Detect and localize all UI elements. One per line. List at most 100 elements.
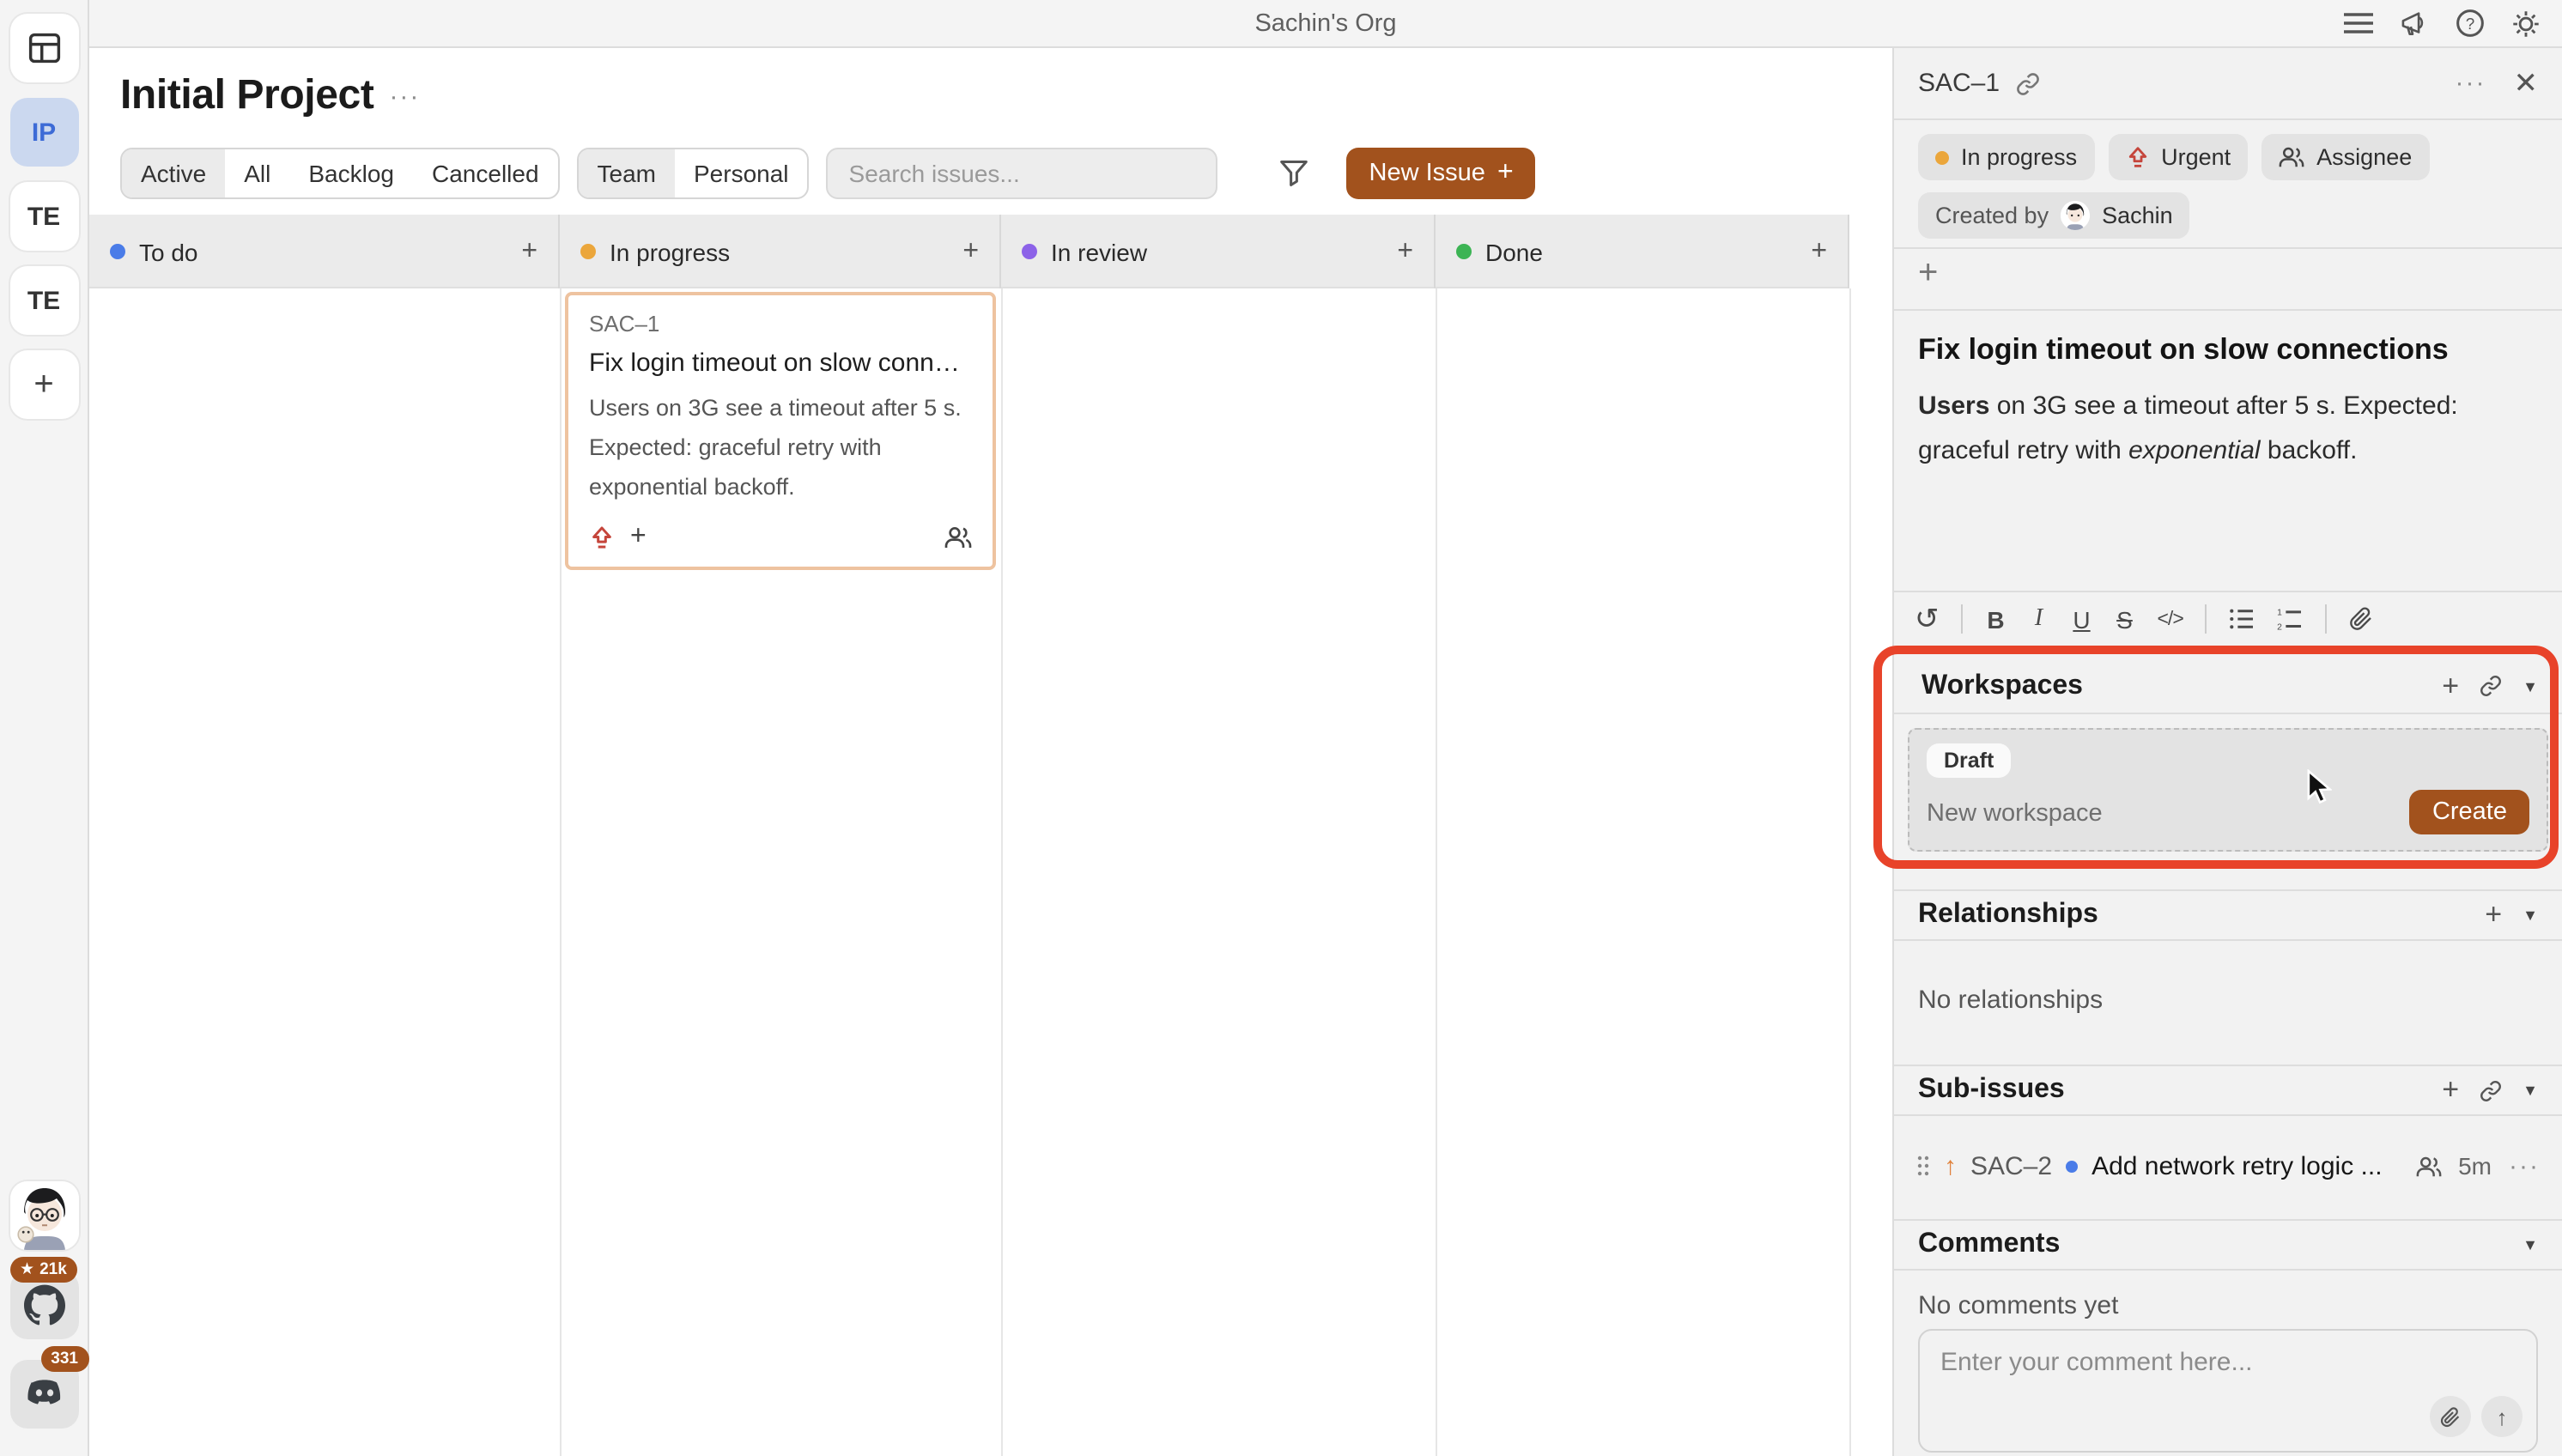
- divider: [1894, 309, 2562, 311]
- comments-empty-text: No comments yet: [1918, 1291, 2119, 1320]
- copy-link-icon[interactable]: [2015, 71, 2039, 95]
- divider: [1894, 247, 2562, 249]
- users-icon[interactable]: [2415, 1155, 2441, 1177]
- subissue-more-icon[interactable]: ···: [2509, 1151, 2540, 1180]
- subissue-title: Add network retry logic ...: [2091, 1151, 2383, 1180]
- undo-icon[interactable]: ↺: [1915, 602, 1940, 636]
- issue-description[interactable]: Users on 3G see a timeout after 5 s. Exp…: [1918, 385, 2535, 475]
- discord-link[interactable]: 331: [9, 1346, 88, 1429]
- code-button[interactable]: </>: [2158, 609, 2184, 629]
- workspace-name-input[interactable]: New workspace: [1927, 800, 2103, 828]
- plus-icon: +: [1497, 158, 1514, 187]
- status-badge[interactable]: In progress: [1918, 134, 2095, 180]
- collapse-chevron-icon[interactable]: ▼: [2523, 677, 2538, 695]
- filter-tabs: Active All Backlog Cancelled: [120, 148, 560, 199]
- add-label-icon[interactable]: +: [630, 521, 647, 552]
- drag-handle-icon[interactable]: [1916, 1154, 1930, 1178]
- attachment-icon[interactable]: [2350, 606, 2374, 632]
- tab-active[interactable]: Active: [122, 149, 226, 197]
- link-icon[interactable]: [2480, 675, 2502, 697]
- add-issue-done-button[interactable]: +: [1811, 236, 1827, 267]
- column-headers: To do + In progress + In review + Done +: [89, 215, 1849, 288]
- subissue-id: SAC–2: [1970, 1151, 2053, 1180]
- bullet-list-icon[interactable]: [2230, 608, 2255, 630]
- underline-button[interactable]: U: [2072, 605, 2092, 633]
- assignee-badge[interactable]: Assignee: [2261, 134, 2430, 180]
- github-stars-badge: ★ 21k: [9, 1257, 77, 1283]
- attach-file-button[interactable]: [2430, 1396, 2471, 1437]
- created-by-badge[interactable]: Created by Sachin: [1918, 192, 2190, 239]
- users-icon: [2279, 146, 2304, 168]
- collapse-chevron-icon[interactable]: ▼: [2523, 1236, 2538, 1253]
- draft-chip[interactable]: Draft: [1927, 743, 2012, 778]
- workspace-tile-te-1[interactable]: TE: [9, 182, 78, 251]
- add-relationship-button[interactable]: +: [2485, 898, 2502, 932]
- discord-icon: [27, 1379, 60, 1404]
- status-dot-todo: [110, 244, 125, 259]
- relationships-section-header: Relationships + ▼: [1894, 889, 2562, 941]
- workspace-tile-te-2[interactable]: TE: [9, 266, 78, 335]
- column-header-done: Done +: [1436, 215, 1849, 288]
- top-bar: Sachin's Org ?: [89, 0, 2562, 48]
- tab-all[interactable]: All: [225, 149, 289, 197]
- github-link[interactable]: ★ 21k: [9, 1257, 78, 1339]
- card-issue-id: SAC–1: [589, 311, 660, 337]
- assignee-users-icon[interactable]: [944, 525, 972, 549]
- kanban-board: Initial Project ··· Active All Backlog C…: [89, 48, 1892, 1456]
- subissue-status-dot: [2066, 1160, 2079, 1172]
- panels-layout-button[interactable]: [9, 14, 78, 82]
- collapse-chevron-icon[interactable]: ▼: [2523, 1082, 2538, 1099]
- add-issue-todo-button[interactable]: +: [521, 236, 537, 267]
- app-window: Sachin's Org ? IP TE TE + ★ 21k 331 Init…: [0, 0, 2562, 1456]
- workspaces-heading: Workspaces: [1922, 670, 2083, 700]
- subissue-row[interactable]: ↑ SAC–2 Add network retry logic ... 5m ·…: [1894, 1140, 2562, 1192]
- card-description: Users on 3G see a timeout after 5 s. Exp…: [589, 395, 962, 500]
- filter-funnel-icon[interactable]: [1280, 160, 1309, 187]
- add-workspace-button[interactable]: +: [9, 350, 78, 419]
- add-subissue-button[interactable]: +: [2442, 1073, 2459, 1107]
- column-divider: [1849, 288, 1851, 1456]
- workspace-tile-ip[interactable]: IP: [9, 98, 78, 167]
- add-issue-in-review-button[interactable]: +: [1397, 236, 1413, 267]
- status-dot-in-progress: [580, 244, 596, 259]
- close-panel-icon[interactable]: ✕: [2514, 66, 2539, 100]
- comment-placeholder: Enter your comment here...: [1940, 1348, 2253, 1377]
- user-avatar[interactable]: [9, 1181, 78, 1250]
- bold-button[interactable]: B: [1986, 605, 2006, 633]
- numbered-list-icon[interactable]: 12: [2278, 608, 2304, 630]
- discord-count-badge: 331: [40, 1346, 88, 1372]
- svg-text:1: 1: [2278, 609, 2283, 618]
- collapse-chevron-icon[interactable]: ▼: [2523, 907, 2538, 924]
- comment-input[interactable]: Enter your comment here... ↑: [1918, 1329, 2538, 1453]
- urgent-priority-icon[interactable]: [589, 523, 615, 550]
- tab-backlog[interactable]: Backlog: [289, 149, 413, 197]
- in-progress-dot: [1935, 150, 1949, 164]
- tab-personal[interactable]: Personal: [675, 149, 808, 197]
- urgent-priority-icon: [2125, 144, 2149, 170]
- workspace-rail: IP TE TE + ★ 21k 331: [0, 0, 89, 1456]
- issue-detail-panel: SAC–1 ··· ✕ In progress Urgent Assignee …: [1873, 48, 2562, 1456]
- search-input[interactable]: [826, 148, 1218, 199]
- column-divider: [1436, 288, 1437, 1456]
- strikethrough-button[interactable]: S: [2115, 605, 2135, 633]
- new-issue-button[interactable]: New Issue +: [1346, 148, 1536, 199]
- link-icon[interactable]: [2480, 1079, 2502, 1101]
- panel-more-icon[interactable]: ···: [2456, 69, 2486, 98]
- status-dot-in-review: [1022, 244, 1037, 259]
- comments-section-header: Comments ▼: [1894, 1219, 2562, 1271]
- send-comment-button[interactable]: ↑: [2481, 1396, 2523, 1437]
- card-title: Fix login timeout on slow conn…: [589, 349, 960, 378]
- add-workspace-row-button[interactable]: +: [2442, 669, 2459, 703]
- project-menu-icon[interactable]: ···: [389, 82, 420, 111]
- add-attribute-button[interactable]: +: [1918, 254, 1959, 294]
- new-workspace-form: Draft New workspace Create: [1908, 728, 2548, 852]
- add-issue-in-progress-button[interactable]: +: [962, 236, 979, 267]
- panel-issue-id: SAC–1: [1918, 69, 2000, 98]
- priority-badge[interactable]: Urgent: [2108, 134, 2249, 180]
- italic-button[interactable]: I: [2029, 605, 2049, 633]
- issue-card-sac-1[interactable]: SAC–1 Fix login timeout on slow conn… Us…: [565, 292, 996, 570]
- create-workspace-button[interactable]: Create: [2409, 790, 2529, 834]
- tab-team[interactable]: Team: [578, 149, 675, 197]
- star-icon: ★: [20, 1260, 35, 1279]
- tab-cancelled[interactable]: Cancelled: [413, 149, 558, 197]
